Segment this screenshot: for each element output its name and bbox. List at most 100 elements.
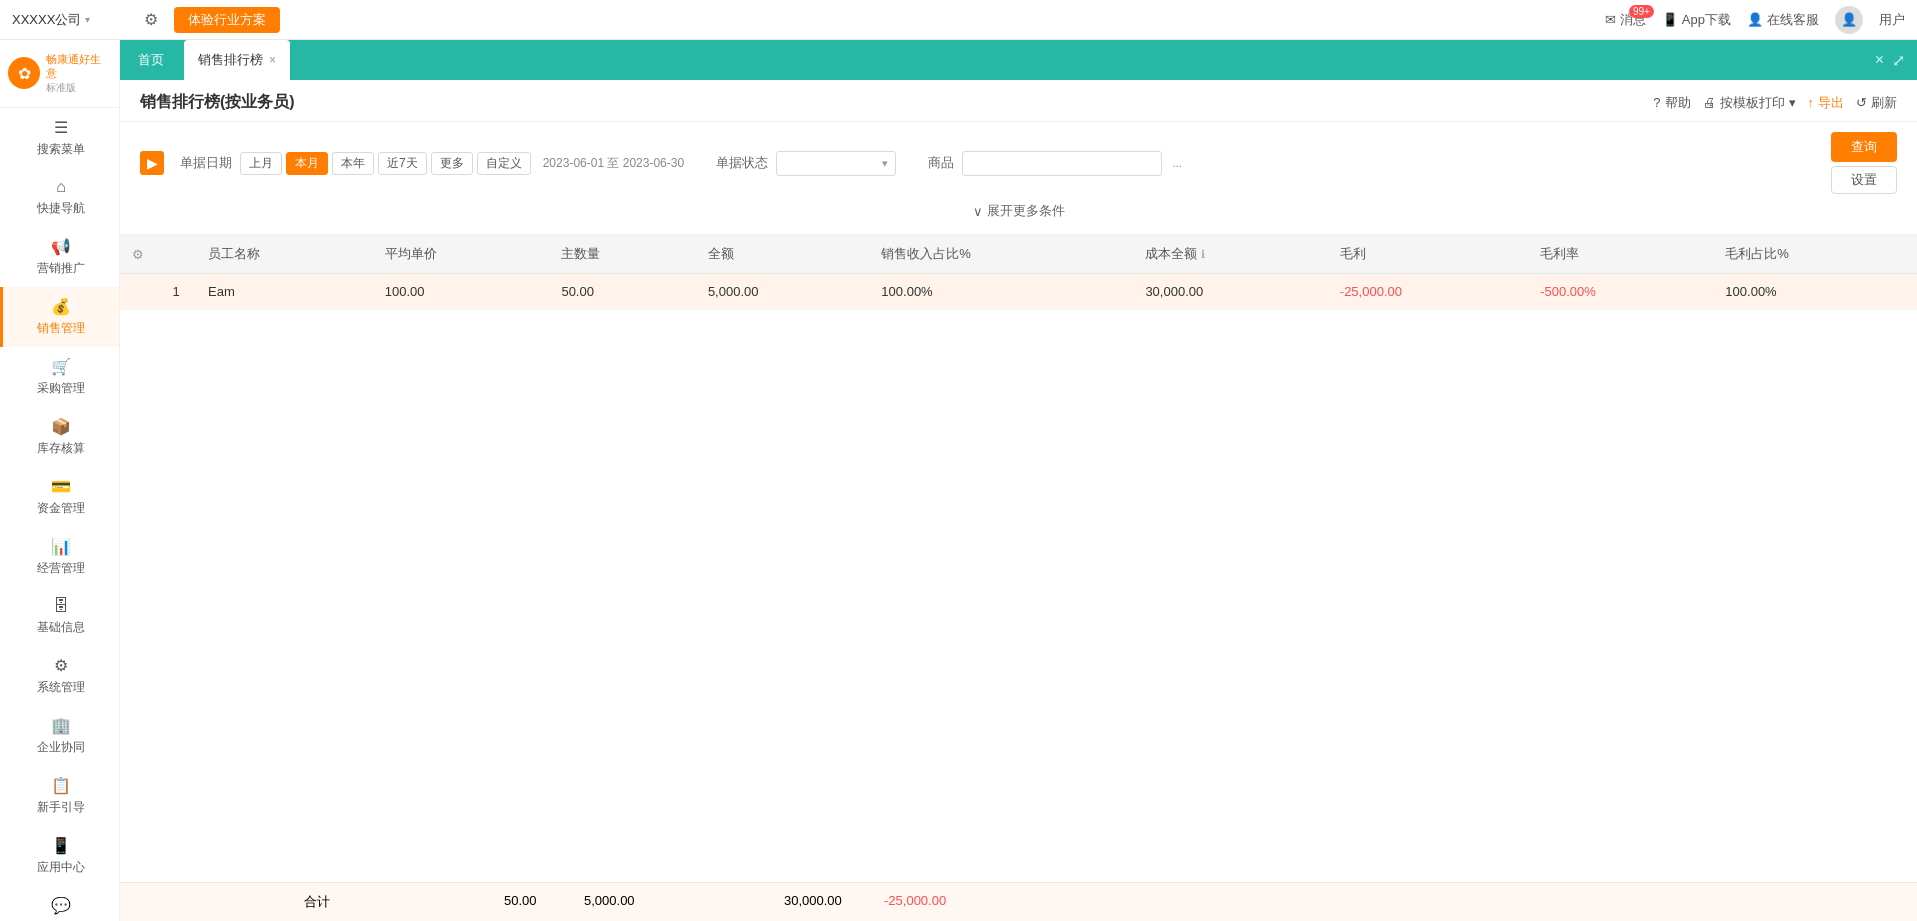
- sidebar-items: ☰搜索菜单⌂快捷导航📢营销推广 💰 销售管理 🛒采购管理📦库存核算💳资金管理📊经营管理…: [0, 108, 119, 921]
- phone-icon: 📱: [1662, 12, 1678, 27]
- company-selector[interactable]: XXXXX公司 ▾: [12, 11, 132, 29]
- app-download-label: App下载: [1682, 11, 1731, 29]
- page-content: 销售排行榜(按业务员) ? 帮助 🖨 按模板打印 ▾ ↑ 导出: [120, 80, 1917, 921]
- sidebar-item-5[interactable]: 📦库存核算: [0, 407, 119, 467]
- sidebar-item-7[interactable]: 📊经营管理: [0, 527, 119, 587]
- date-btn-更多[interactable]: 更多: [431, 152, 473, 175]
- print-button[interactable]: 🖨 按模板打印 ▾: [1703, 94, 1796, 112]
- goods-more-icon[interactable]: ...: [1172, 156, 1182, 170]
- goods-input[interactable]: [962, 151, 1162, 176]
- row-name-0: Eam: [196, 274, 373, 310]
- query-btn-area: 查询 设置: [1831, 132, 1897, 194]
- top-right-area: ✉ 消息 99+ 📱 App下载 👤 在线客服 👤 用户: [1605, 6, 1905, 34]
- service-icon: 👤: [1747, 12, 1763, 27]
- sidebar-label-3: 销售管理: [37, 320, 85, 337]
- date-btn-上月[interactable]: 上月: [240, 152, 282, 175]
- app-download-link[interactable]: 📱 App下载: [1662, 11, 1731, 29]
- page-header: 销售排行榜(按业务员) ? 帮助 🖨 按模板打印 ▾ ↑ 导出: [120, 80, 1917, 122]
- tab-sales-ranking[interactable]: 销售排行榜 ×: [184, 40, 290, 80]
- refresh-icon: ↺: [1856, 95, 1867, 110]
- data-table: ⚙ 员工名称 平均单价 主数量 全额 销售收入占比% 成本全额 ℹ 毛利 毛利率…: [120, 235, 1917, 310]
- date-range-text: 2023-06-01 至 2023-06-30: [543, 155, 684, 172]
- sidebar-item-13[interactable]: 💬企业微信: [0, 886, 119, 921]
- sidebar-item-12[interactable]: 📱应用中心: [0, 826, 119, 886]
- sidebar-item-8[interactable]: 🗄 基础信息: [0, 587, 119, 646]
- col-rank: [156, 235, 196, 274]
- row-profit-pct-0: 100.00%: [1713, 274, 1917, 310]
- sidebar-label-1: 快捷导航: [37, 200, 85, 217]
- tab-label: 销售排行榜: [198, 51, 263, 69]
- sidebar-item-11[interactable]: 📋新手引导: [0, 766, 119, 826]
- sidebar-icon-13: 💬: [51, 896, 71, 915]
- sidebar-icon-10: 🏢: [51, 716, 71, 735]
- row-settings-0[interactable]: [120, 274, 156, 310]
- date-btn-自定义[interactable]: 自定义: [477, 152, 531, 175]
- refresh-button[interactable]: ↺ 刷新: [1856, 94, 1897, 112]
- sidebar-label-7: 经营管理: [37, 560, 85, 577]
- sidebar: ✿ 畅康通好生意 标准版 ☰搜索菜单⌂快捷导航📢营销推广💰销售管理🛒采购管理📦库…: [0, 40, 120, 921]
- help-button[interactable]: ? 帮助: [1653, 94, 1690, 112]
- help-label: 帮助: [1665, 94, 1691, 112]
- col-settings[interactable]: ⚙: [120, 235, 156, 274]
- avatar[interactable]: 👤: [1835, 6, 1863, 34]
- message-area[interactable]: ✉ 消息 99+: [1605, 11, 1646, 29]
- filter-collapse-icon: ▶: [147, 155, 158, 171]
- row-qty-0: 50.00: [549, 274, 695, 310]
- sidebar-item-1[interactable]: ⌂快捷导航: [0, 168, 119, 227]
- message-icon: ✉: [1605, 12, 1616, 27]
- message-badge: 99+: [1629, 5, 1654, 18]
- sidebar-label-8: 基础信息: [37, 619, 85, 636]
- sidebar-icon-4: 🛒: [51, 357, 71, 376]
- tab-bar-right: × ⤢: [1875, 51, 1917, 70]
- sidebar-icon-12: 📱: [51, 836, 71, 855]
- col-profit: 毛利: [1328, 235, 1528, 274]
- settings-icon[interactable]: ⚙: [144, 10, 158, 29]
- date-btn-本月[interactable]: 本月: [286, 152, 328, 175]
- sidebar-item-10[interactable]: 🏢企业协同: [0, 706, 119, 766]
- online-service-link[interactable]: 👤 在线客服: [1747, 11, 1819, 29]
- status-label: 单据状态: [716, 154, 768, 172]
- filter-settings-btn[interactable]: 设置: [1831, 166, 1897, 194]
- header-actions: ? 帮助 🖨 按模板打印 ▾ ↑ 导出 ↺ 刷新: [1653, 94, 1897, 112]
- date-btn-本年[interactable]: 本年: [332, 152, 374, 175]
- sidebar-label-9: 系统管理: [37, 679, 85, 696]
- avatar-icon: 👤: [1841, 12, 1857, 27]
- cost-info-icon: ℹ: [1201, 248, 1205, 260]
- print-icon: 🖨: [1703, 95, 1716, 110]
- filter-collapse-btn[interactable]: ▶: [140, 151, 164, 175]
- sidebar-icon-9: ⚙: [54, 656, 68, 675]
- tab-home[interactable]: 首页: [120, 40, 182, 80]
- sidebar-label-0: 搜索菜单: [37, 141, 85, 158]
- sidebar-item-9[interactable]: ⚙ 系统管理: [0, 646, 119, 706]
- sidebar-item-0[interactable]: ☰搜索菜单: [0, 108, 119, 168]
- content-area: 首页 销售排行榜 × × ⤢ 销售排行榜(按业务员) ? 帮助: [120, 40, 1917, 921]
- table-body: 1 Eam 100.00 50.00 5,000.00 100.00% 30,0…: [120, 274, 1917, 310]
- filter-area: ▶ 单据日期 上月本月本年近7天更多自定义 2023-06-01 至 2023-…: [120, 122, 1917, 235]
- sidebar-item-2[interactable]: 📢营销推广: [0, 227, 119, 287]
- tab-close-icon[interactable]: ×: [269, 53, 276, 67]
- status-select-wrapper: [776, 151, 896, 176]
- export-button[interactable]: ↑ 导出: [1808, 94, 1845, 112]
- sidebar-icon-3: 💰: [51, 297, 71, 316]
- col-avg-price: 平均单价: [373, 235, 550, 274]
- sidebar-item-6[interactable]: 💳资金管理: [0, 467, 119, 527]
- sidebar-icon-8: 🗄: [53, 597, 69, 615]
- date-btn-近7天[interactable]: 近7天: [378, 152, 427, 175]
- query-button[interactable]: 查询: [1831, 132, 1897, 162]
- status-select[interactable]: [776, 151, 896, 176]
- print-dropdown-icon: ▾: [1789, 95, 1796, 110]
- row-amount-0: 5,000.00: [696, 274, 869, 310]
- sidebar-icon-2: 📢: [51, 237, 71, 256]
- sidebar-item-4[interactable]: 🛒采购管理: [0, 347, 119, 407]
- window-expand-btn[interactable]: ⤢: [1892, 51, 1905, 70]
- logo-text: 畅康通好生意: [46, 52, 111, 81]
- footer-label-text: 合计: [304, 893, 424, 911]
- trial-button[interactable]: 体验行业方案: [174, 7, 280, 33]
- footer-amount: 5,000.00: [584, 893, 684, 911]
- window-close-btn[interactable]: ×: [1875, 51, 1884, 69]
- expand-filters-btn[interactable]: ∨ 展开更多条件: [961, 198, 1077, 224]
- goods-filter: 商品 ...: [928, 151, 1182, 176]
- page-title: 销售排行榜(按业务员): [140, 92, 295, 113]
- sidebar-item-3[interactable]: 💰 销售管理: [0, 287, 119, 347]
- logo-sub: 标准版: [46, 81, 111, 95]
